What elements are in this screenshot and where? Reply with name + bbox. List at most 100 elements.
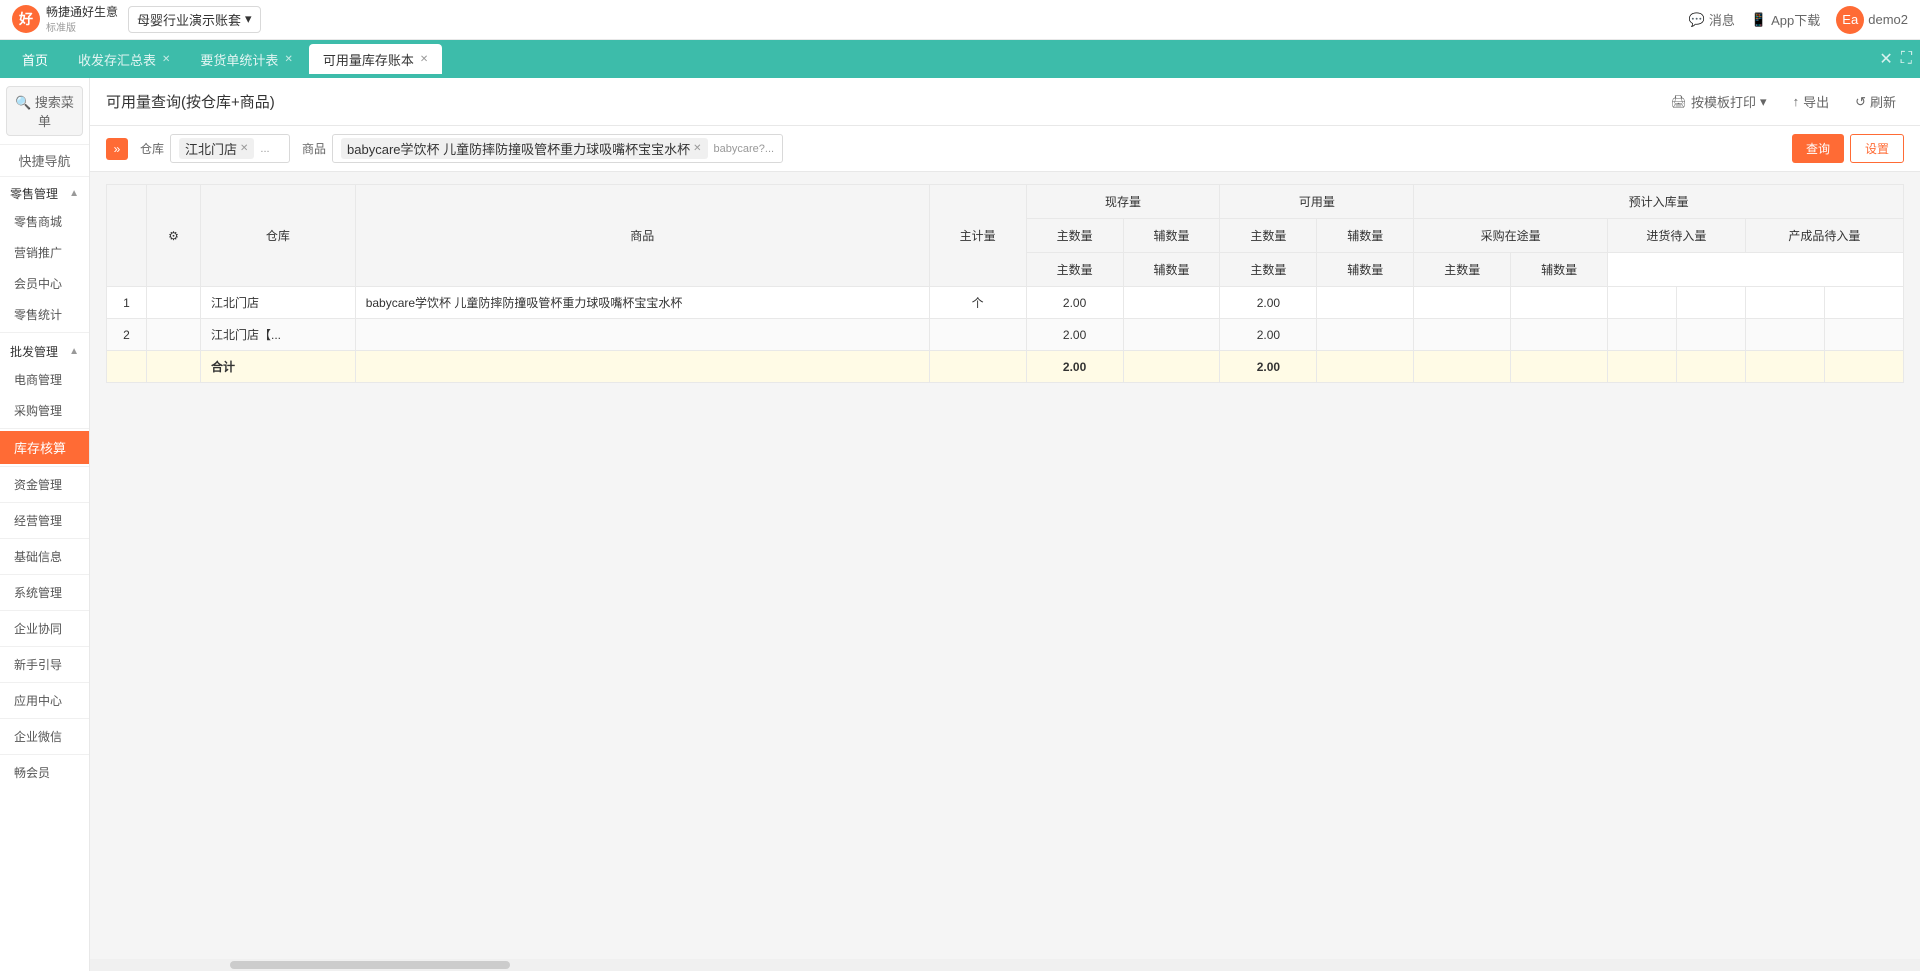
row2-avail-aux (1317, 319, 1414, 351)
sidebar-item-member[interactable]: 畅会员 (0, 757, 89, 788)
inventory-table: ⚙ 仓库 商品 主计量 现存量 可用量 预计入库量 主数量 辅数量 主数量 辅数… (106, 184, 1904, 383)
total-avail-main: 2.00 (1220, 351, 1317, 383)
scrollbar-thumb[interactable] (230, 961, 510, 969)
search-menu-label: 搜索菜单 (35, 95, 74, 129)
scrollbar-area[interactable] (90, 959, 1920, 971)
row1-production-main (1745, 287, 1824, 319)
total-empty1 (107, 351, 147, 383)
sidebar-item-inventory-label: 库存核算 (14, 441, 66, 456)
row2-avail-main: 2.00 (1220, 319, 1317, 351)
sidebar-item-wechat[interactable]: 企业微信 (0, 721, 89, 752)
product-filter: 商品 babycare学饮杯 儿童防摔防撞吸管杯重力球吸嘴杯宝宝水杯 ✕ bab… (302, 134, 783, 163)
th-purchase-transit: 采购在途量 (1414, 219, 1608, 253)
sidebar-item-newbie[interactable]: 新手引导 (0, 649, 89, 680)
sidebar-item-inventory[interactable]: 库存核算 (0, 431, 89, 464)
tab-receive-close[interactable]: ✕ (162, 54, 170, 65)
query-btn[interactable]: 查询 (1792, 134, 1844, 163)
tab-receive[interactable]: 收发存汇总表 ✕ (64, 44, 184, 74)
row1-gear[interactable] (147, 287, 201, 319)
row2-production-main (1745, 319, 1824, 351)
divider-6 (0, 574, 89, 575)
tab-home[interactable]: 首页 (8, 44, 62, 74)
sidebar-item-retail-stats[interactable]: 零售统计 (0, 299, 89, 330)
filter-expand-btn[interactable]: » (106, 138, 128, 160)
product-tag-remove[interactable]: ✕ (693, 143, 701, 154)
tab-order[interactable]: 要货单统计表 ✕ (186, 44, 306, 74)
row2-index: 2 (107, 319, 147, 351)
sidebar-item-retail-mall[interactable]: 零售商城 (0, 206, 89, 237)
sidebar-item-finance[interactable]: 资金管理 (0, 469, 89, 500)
nav-tabs-right: ✕ ⛶ (1879, 49, 1912, 69)
sidebar-item-appcenter[interactable]: 应用中心 (0, 685, 89, 716)
th-forecast: 预计入库量 (1414, 185, 1904, 219)
sidebar: 🔍 搜索菜单 快捷导航 零售管理 ▲ 零售商城 营销推广 会员中心 零售统计 批… (0, 78, 90, 971)
product-tag-text: babycare学饮杯 儿童防摔防撞吸管杯重力球吸嘴杯宝宝水杯 (347, 139, 690, 158)
row2-incoming-aux (1676, 319, 1745, 351)
sidebar-item-purchase[interactable]: 采购管理 (0, 395, 89, 426)
section-retail-label: 零售管理 (10, 185, 58, 202)
section-retail-arrow: ▲ (69, 188, 79, 199)
divider-4 (0, 502, 89, 503)
expand-btn[interactable]: ⛶ (1901, 50, 1912, 68)
sidebar-item-enterprise[interactable]: 企业协同 (0, 613, 89, 644)
product-more[interactable]: babycare?... (714, 143, 775, 155)
product-tag: babycare学饮杯 儿童防摔防撞吸管杯重力球吸嘴杯宝宝水杯 ✕ (341, 138, 707, 159)
section-retail-items: 零售商城 营销推广 会员中心 零售统计 (0, 206, 89, 330)
industry-selector[interactable]: 母婴行业演示账套 ▾ (128, 6, 261, 33)
print-btn[interactable]: 🖨 按模板打印 ▾ (1663, 88, 1775, 115)
sidebar-item-member-center[interactable]: 会员中心 (0, 268, 89, 299)
download-action[interactable]: 📱 App下载 (1751, 10, 1820, 29)
row1-purchase-main (1414, 287, 1511, 319)
search-icon: 🔍 (15, 95, 35, 110)
divider-8 (0, 646, 89, 647)
th-product: 商品 (355, 185, 929, 287)
sidebar-item-operation[interactable]: 经营管理 (0, 505, 89, 536)
message-icon: 💬 (1689, 12, 1705, 28)
section-wholesale-label: 批发管理 (10, 343, 58, 360)
warehouse-tag-remove[interactable]: ✕ (240, 143, 248, 154)
warehouse-more[interactable]: ... (260, 143, 269, 155)
total-purchase-aux (1511, 351, 1608, 383)
refresh-icon: ↺ (1855, 94, 1866, 110)
warehouse-tag: 江北门店 ✕ (179, 138, 254, 159)
th-avail-main: 主数量 (1220, 219, 1317, 253)
row2-gear[interactable] (147, 319, 201, 351)
row1-unit: 个 (929, 287, 1026, 319)
search-menu-btn[interactable]: 🔍 搜索菜单 (6, 86, 83, 136)
row2-purchase-main (1414, 319, 1511, 351)
section-retail[interactable]: 零售管理 ▲ (0, 177, 89, 206)
sidebar-item-basic[interactable]: 基础信息 (0, 541, 89, 572)
sidebar-item-system[interactable]: 系统管理 (0, 577, 89, 608)
warehouse-input[interactable]: 江北门店 ✕ ... (170, 134, 290, 163)
refresh-btn[interactable]: ↺ 刷新 (1847, 88, 1904, 115)
row2-product (355, 319, 929, 351)
tab-inventory-close[interactable]: ✕ (420, 54, 428, 65)
warehouse-tag-text: 江北门店 (185, 139, 237, 158)
quick-nav-btn[interactable]: 快捷导航 (0, 145, 89, 177)
th-gear[interactable]: ⚙ (147, 185, 201, 287)
settings-btn[interactable]: 设置 (1850, 134, 1904, 163)
product-input[interactable]: babycare学饮杯 儿童防摔防撞吸管杯重力球吸嘴杯宝宝水杯 ✕ babyca… (332, 134, 783, 163)
tab-inventory[interactable]: 可用量库存账本 ✕ (309, 44, 442, 74)
divider-5 (0, 538, 89, 539)
sidebar-item-marketing[interactable]: 营销推广 (0, 237, 89, 268)
divider-7 (0, 610, 89, 611)
tab-order-close[interactable]: ✕ (284, 54, 292, 65)
total-unit (929, 351, 1026, 383)
logo-icon: 好 (12, 5, 40, 33)
user-area[interactable]: Ea demo2 (1836, 6, 1908, 34)
table-row: 1 江北门店 babycare学饮杯 儿童防摔防撞吸管杯重力球吸嘴杯宝宝水杯 个… (107, 287, 1904, 319)
message-action[interactable]: 💬 消息 (1689, 10, 1735, 29)
tab-home-label: 首页 (22, 50, 48, 69)
export-btn[interactable]: ↑ 导出 (1785, 88, 1838, 115)
product-filter-label: 商品 (302, 140, 326, 157)
content-area: 可用量查询(按仓库+商品) 🖨 按模板打印 ▾ ↑ 导出 ↺ 刷新 » (90, 78, 1920, 971)
total-stock-aux (1123, 351, 1220, 383)
close-all-btn[interactable]: ✕ (1879, 49, 1892, 69)
row1-stock-aux (1123, 287, 1220, 319)
divider-11 (0, 754, 89, 755)
section-wholesale[interactable]: 批发管理 ▲ (0, 335, 89, 364)
total-incoming-aux (1676, 351, 1745, 383)
sidebar-item-ecommerce[interactable]: 电商管理 (0, 364, 89, 395)
top-bar-left: 好 畅捷通好生意 标准版 母婴行业演示账套 ▾ (12, 5, 261, 34)
